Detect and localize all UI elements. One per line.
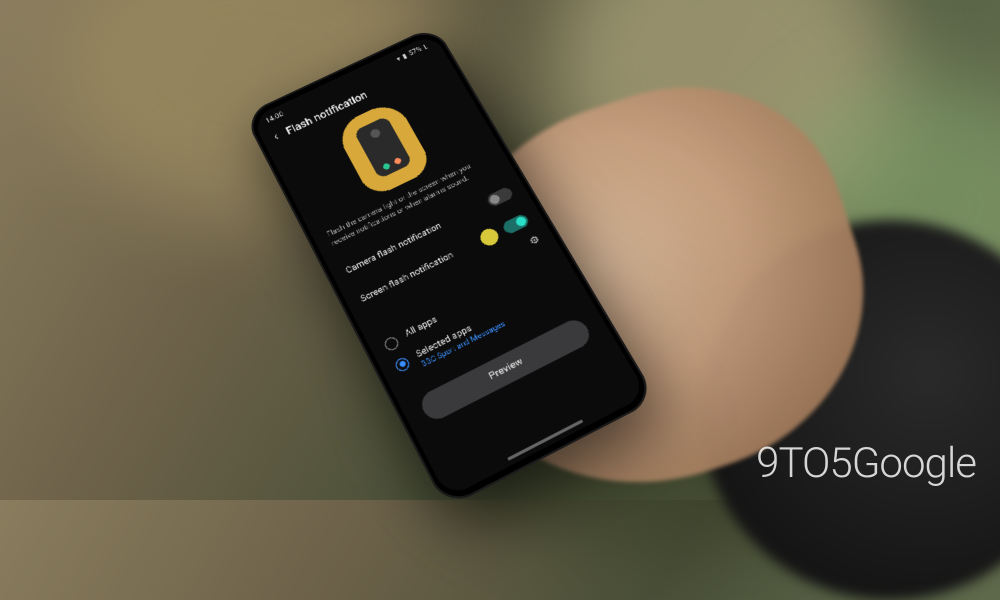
gear-icon[interactable]: ⚙ (527, 233, 542, 248)
screen-flash-color-chip[interactable] (477, 226, 501, 248)
back-icon[interactable]: ‹ (272, 131, 281, 143)
screen-flash-toggle[interactable] (501, 212, 530, 235)
battery-icon: ▯ (422, 42, 430, 50)
radio-icon[interactable] (382, 335, 400, 352)
camera-flash-toggle[interactable] (485, 185, 514, 207)
watermark-logo: 9TO5Google (756, 439, 976, 488)
signal-icon: ▮ (401, 52, 408, 60)
wifi-icon: ▾ (395, 55, 402, 63)
radio-icon[interactable] (393, 356, 411, 373)
